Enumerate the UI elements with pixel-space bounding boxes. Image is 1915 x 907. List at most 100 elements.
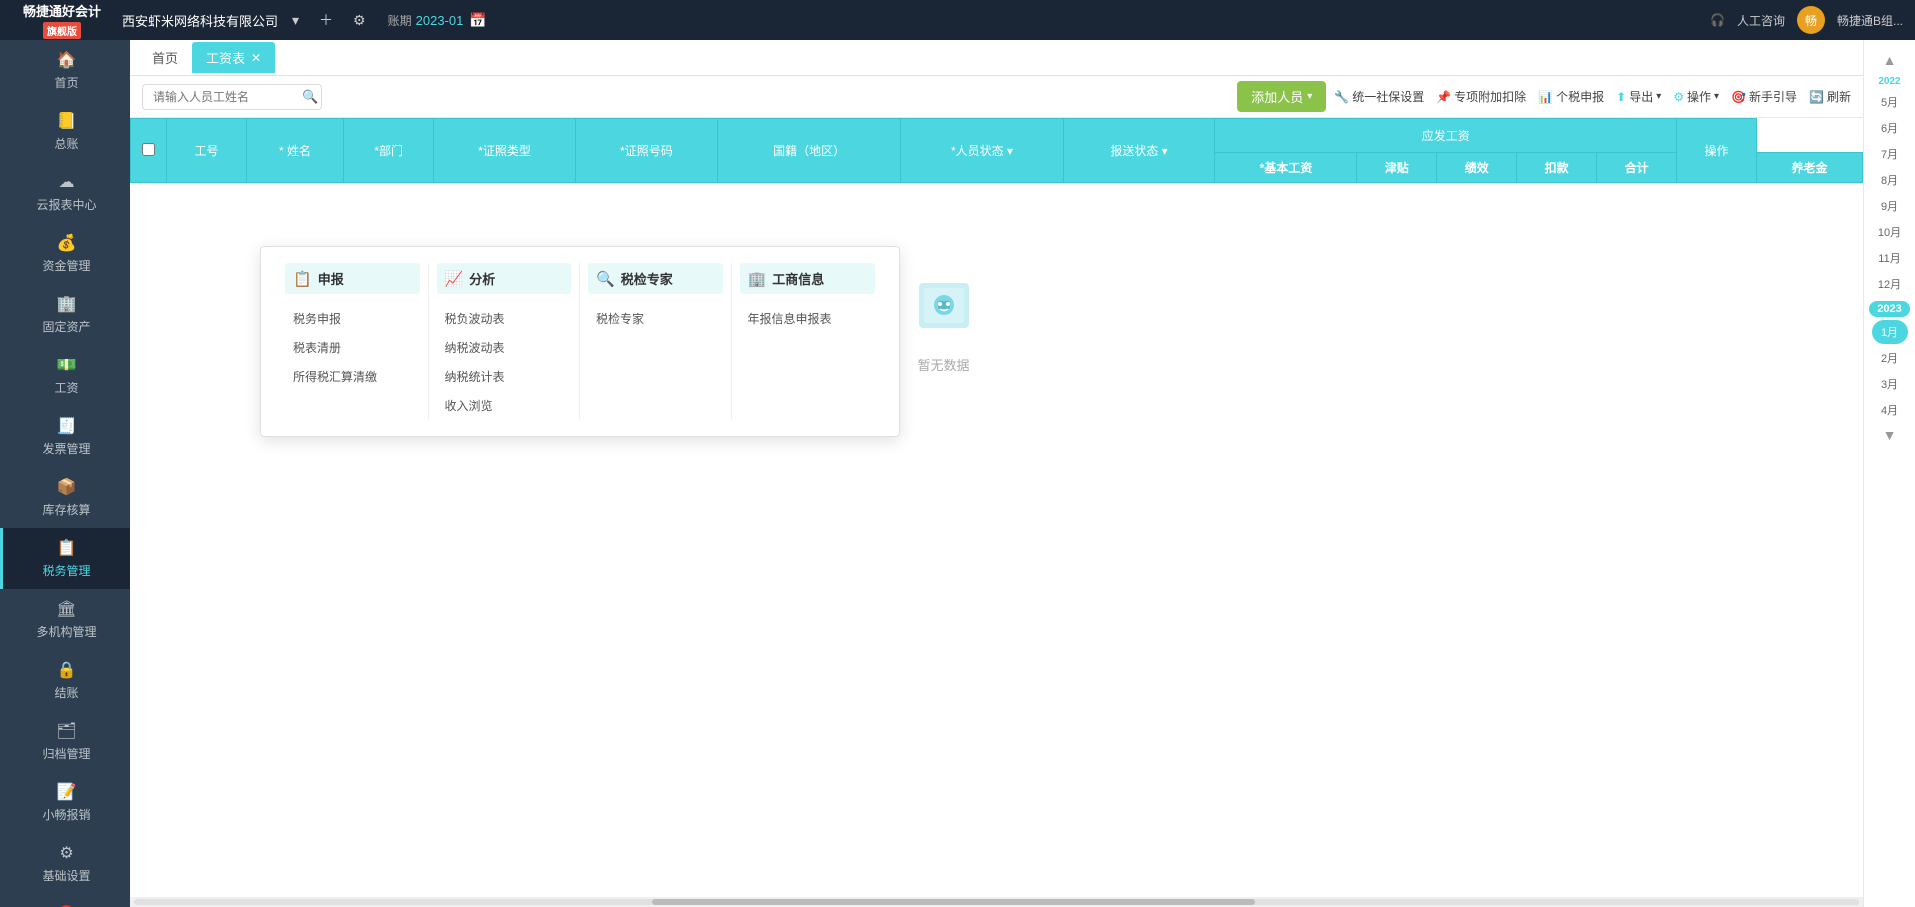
th-salary-group: 应发工资 <box>1215 119 1677 153</box>
company-selector[interactable]: 西安虾米网络科技有限公司 ▾ ＋ ⚙ <box>122 8 372 32</box>
month-2[interactable]: 2月 <box>1872 346 1908 370</box>
salary-icon: 💵 <box>57 355 77 375</box>
month-9[interactable]: 9月 <box>1872 194 1908 218</box>
search-icon: 🔍 <box>302 89 318 105</box>
th-deduction: 扣款 <box>1517 153 1597 183</box>
sidebar-item-inventory[interactable]: 📦 库存核算 <box>0 467 130 528</box>
month-5[interactable]: 5月 <box>1872 90 1908 114</box>
export-label: 导出 <box>1629 88 1653 105</box>
scroll-track[interactable] <box>134 899 1859 905</box>
analysis-col-icon: 📈 <box>445 270 464 288</box>
sidebar-item-funds[interactable]: 💰 资金管理 <box>0 223 130 284</box>
month-4[interactable]: 4月 <box>1872 398 1908 422</box>
sidebar-item-basic[interactable]: ⚙ 基础设置 <box>0 833 130 894</box>
month-10[interactable]: 10月 <box>1872 220 1908 244</box>
user-avatar[interactable]: 畅 <box>1797 6 1825 34</box>
action-operations[interactable]: ⚙ 操作▾ <box>1673 88 1719 105</box>
month-12[interactable]: 12月 <box>1872 272 1908 296</box>
add-company-icon[interactable]: ＋ <box>313 8 339 32</box>
business-info-col-title: 工商信息 <box>772 269 824 288</box>
timeline-panel: ▲ 2022 5月 6月 7月 8月 9月 10月 11月 12月 2023 1… <box>1863 40 1915 907</box>
top-bar-right: 🎧 人工咨询 畅 畅捷通B组... <box>1710 6 1903 34</box>
tab-label-home-tab: 首页 <box>152 51 178 66</box>
assets-icon: 🏢 <box>57 294 77 314</box>
tab-close-salary-tab[interactable]: ✕ <box>251 51 261 65</box>
dropdown-col-title-business-info: 🏢 工商信息 <box>740 263 876 294</box>
sidebar-item-tax[interactable]: 📋 税务管理 <box>0 528 130 589</box>
sidebar-item-guide[interactable]: 🎯 新手引导 <box>0 894 130 907</box>
sidebar-item-assets[interactable]: 🏢 固定资产 <box>0 284 130 345</box>
help-icon: 🎧 <box>1710 13 1725 27</box>
sidebar-label-report: 小畅报销 <box>42 806 90 823</box>
dropdown-item-income-browse[interactable]: 收入浏览 <box>437 391 572 420</box>
th-allowance: 津贴 <box>1357 153 1437 183</box>
th-total: 合计 <box>1597 153 1677 183</box>
action-refresh[interactable]: 🔄 刷新 <box>1809 88 1851 105</box>
period-value[interactable]: 2023-01 <box>416 13 464 28</box>
dropdown-item-tax-check-expert[interactable]: 税检专家 <box>588 304 723 333</box>
dropdown-item-annual-report[interactable]: 年报信息申报表 <box>740 304 876 333</box>
month-3[interactable]: 3月 <box>1872 372 1908 396</box>
dropdown-col-title-declaration: 📋 申报 <box>285 263 420 294</box>
calendar-icon[interactable]: 📅 <box>463 10 492 31</box>
sidebar-item-archive[interactable]: 🗂 归档管理 <box>0 711 130 772</box>
dropdown-item-tax-rate-fluctuation[interactable]: 纳税波动表 <box>437 333 572 362</box>
new-guide-label: 新手引导 <box>1749 88 1797 105</box>
action-tax-declaration[interactable]: 📊 个税申报 <box>1538 88 1604 105</box>
month-1-active[interactable]: 1月 <box>1872 320 1908 344</box>
th-dept: *部门 <box>344 119 434 183</box>
tab-salary-tab[interactable]: 工资表 ✕ <box>192 42 275 73</box>
app-logo: 畅捷通好会计 旗舰版 <box>12 1 112 39</box>
dropdown-item-income-tax-calc[interactable]: 所得税汇算清缴 <box>285 362 420 391</box>
dropdown-item-tax-schedule[interactable]: 税表清册 <box>285 333 420 362</box>
sidebar-item-report[interactable]: 📝 小畅报销 <box>0 772 130 833</box>
timeline-down-nav[interactable]: ▼ <box>1878 423 1902 447</box>
th-checkbox[interactable] <box>131 119 167 183</box>
basic-icon: ⚙ <box>59 843 73 863</box>
dropdown-col-title-tax-expert: 🔍 税检专家 <box>588 263 723 294</box>
refresh-label: 刷新 <box>1827 88 1851 105</box>
user-name[interactable]: 畅捷通B组... <box>1837 12 1903 29</box>
app-title: 畅捷通好会计 <box>23 1 101 20</box>
tax-declaration-label: 个税申报 <box>1556 88 1604 105</box>
search-input[interactable] <box>142 84 322 110</box>
sidebar-item-ledger[interactable]: 📒 总账 <box>0 101 130 162</box>
add-person-label: 添加人员 <box>1251 87 1303 106</box>
scroll-thumb[interactable] <box>652 899 1256 905</box>
sidebar-item-close[interactable]: 🔒 结账 <box>0 650 130 711</box>
sidebar-item-cloud[interactable]: ☁ 云报表中心 <box>0 162 130 223</box>
declaration-col-title: 申报 <box>318 269 344 288</box>
action-special-deduction[interactable]: 📌 专项附加扣除 <box>1436 88 1526 105</box>
timeline-up-nav[interactable]: ▲ <box>1878 48 1902 72</box>
th-work-no: 工号 <box>167 119 247 183</box>
month-11[interactable]: 11月 <box>1872 246 1908 270</box>
sidebar-item-salary[interactable]: 💵 工资 <box>0 345 130 406</box>
dropdown-item-tax-fluctuation[interactable]: 税负波动表 <box>437 304 572 333</box>
dropdown-col-analysis: 📈 分析税负波动表纳税波动表纳税统计表收入浏览 <box>429 263 581 420</box>
action-export[interactable]: ⬆ 导出▾ <box>1616 88 1661 105</box>
month-8[interactable]: 8月 <box>1872 168 1908 192</box>
company-dropdown-icon[interactable]: ▾ <box>286 10 305 31</box>
horizontal-scrollbar[interactable] <box>130 897 1863 907</box>
company-settings-icon[interactable]: ⚙ <box>347 10 372 31</box>
dropdown-item-tax-stat[interactable]: 纳税统计表 <box>437 362 572 391</box>
top-bar: 畅捷通好会计 旗舰版 西安虾米网络科技有限公司 ▾ ＋ ⚙ 账期 2023-01… <box>0 0 1915 40</box>
refresh-icon: 🔄 <box>1809 90 1824 104</box>
sidebar-item-multi[interactable]: 🏛 多机构管理 <box>0 589 130 650</box>
add-person-button[interactable]: 添加人员 ▾ <box>1237 81 1326 112</box>
funds-icon: 💰 <box>57 233 77 253</box>
action-social-insurance[interactable]: 🔧 统一社保设置 <box>1334 88 1424 105</box>
tab-home-tab[interactable]: 首页 <box>138 42 192 73</box>
month-6[interactable]: 6月 <box>1872 116 1908 140</box>
month-7[interactable]: 7月 <box>1872 142 1908 166</box>
social-insurance-label: 统一社保设置 <box>1352 88 1424 105</box>
tax-expert-col-title: 税检专家 <box>621 269 673 288</box>
action-new-guide[interactable]: 🎯 新手引导 <box>1731 88 1797 105</box>
dropdown-item-tax-report[interactable]: 税务申报 <box>285 304 420 333</box>
select-all-checkbox[interactable] <box>142 143 155 156</box>
inventory-icon: 📦 <box>57 477 77 497</box>
sidebar-item-invoice[interactable]: 🧾 发票管理 <box>0 406 130 467</box>
help-label[interactable]: 人工咨询 <box>1737 12 1785 29</box>
sidebar-item-home[interactable]: 🏠 首页 <box>0 40 130 101</box>
sidebar-label-assets: 固定资产 <box>42 318 90 335</box>
